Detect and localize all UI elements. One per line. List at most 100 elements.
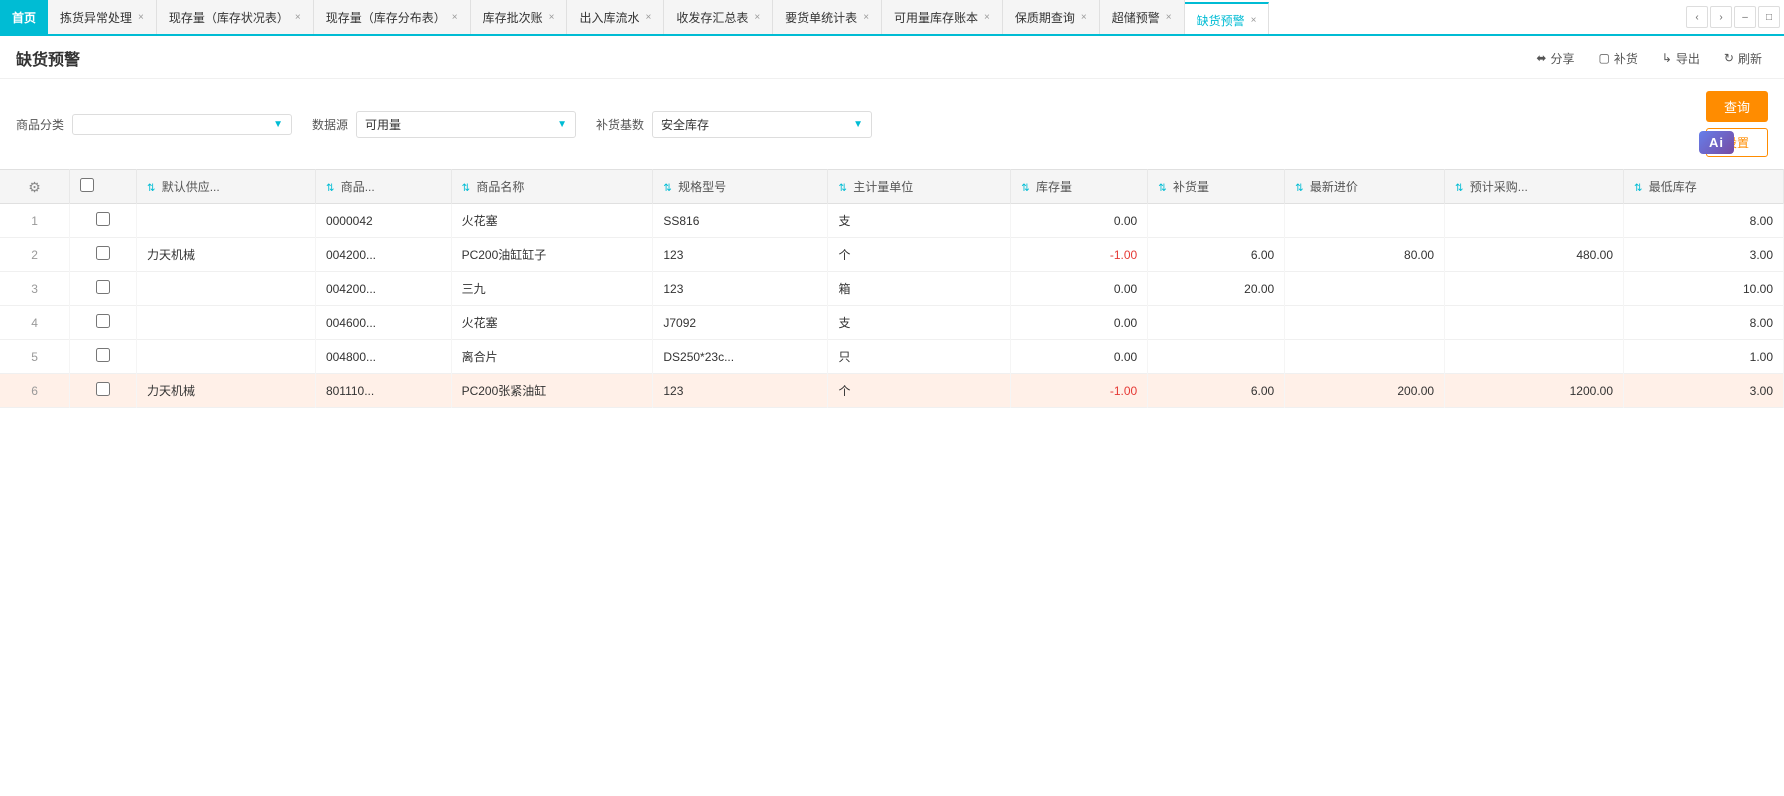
tab-nav-buttons: ‹ › – □ [1686, 6, 1784, 28]
cell-supplier [136, 306, 315, 340]
header-actions: ⬌ 分享 ▢ 补货 ↳ 导出 ↻ 刷新 [1530, 48, 1768, 69]
row-checkbox[interactable] [96, 314, 110, 328]
ai-badge[interactable]: Ai [1699, 131, 1734, 154]
cell-checkbox[interactable] [70, 374, 137, 408]
tab-item-ygjl[interactable]: 要货单统计表× [773, 0, 882, 34]
tab-item-bqqx[interactable]: 保质期查询 × [1003, 0, 1100, 34]
tab-item-shzl[interactable]: 收发存汇总表× [664, 0, 773, 34]
tab-close-icon[interactable]: × [1081, 12, 1087, 23]
filter-bar: 商品分类 ▼ 数据源 可用量 ▼ 补货基数 安全库存 ▼ 查询 设置 [0, 79, 1784, 169]
tab-item-kykc[interactable]: 可用量库存账本× [882, 0, 1003, 34]
tab-close-icon[interactable]: × [549, 12, 555, 23]
replenish-icon: ▢ [1598, 51, 1609, 65]
tab-close-icon[interactable]: × [984, 12, 990, 23]
column-est-purchase[interactable]: ⇅ 预计采购... [1445, 170, 1624, 204]
row-checkbox[interactable] [96, 212, 110, 226]
cell-min-stock: 10.00 [1624, 272, 1784, 306]
tab-next-button[interactable]: › [1710, 6, 1732, 28]
page-container: 缺货预警 ⬌ 分享 ▢ 补货 ↳ 导出 ↻ 刷新 商品分类 [0, 36, 1784, 796]
datasource-filter: 数据源 可用量 ▼ [312, 111, 576, 138]
refresh-icon: ↻ [1724, 51, 1734, 65]
tab-close-icon[interactable]: × [1251, 15, 1257, 26]
cell-stock: -1.00 [1011, 238, 1148, 272]
column-checkbox [70, 170, 137, 204]
gear-icon[interactable]: ⚙ [27, 179, 43, 195]
table-row: 6力天机械801110...PC200张紧油缸123个-1.006.00200.… [0, 374, 1784, 408]
cell-code: 0000042 [315, 204, 451, 238]
replenish-base-label: 补货基数 [596, 116, 644, 133]
cell-min-stock: 3.00 [1624, 374, 1784, 408]
replenish-button[interactable]: ▢ 补货 [1592, 48, 1643, 69]
tab-close-icon[interactable]: × [138, 12, 144, 23]
cell-est-purchase [1445, 340, 1624, 374]
cell-name: PC200油缸缸子 [451, 238, 653, 272]
tab-item-home[interactable]: 首页 [0, 0, 48, 34]
cell-supplier [136, 272, 315, 306]
query-button[interactable]: 查询 [1706, 91, 1768, 122]
datasource-select[interactable]: 可用量 ▼ [356, 111, 576, 138]
row-checkbox[interactable] [96, 280, 110, 294]
tab-item-xzcl2[interactable]: 现存量（库存分布表）× [314, 0, 471, 34]
category-select[interactable]: ▼ [72, 114, 292, 135]
sort-icon: ⇅ [1455, 183, 1463, 194]
tab-label: 保质期查询 [1015, 9, 1075, 26]
row-checkbox[interactable] [96, 382, 110, 396]
cell-est-purchase: 480.00 [1445, 238, 1624, 272]
tab-item-qhyj[interactable]: 缺货预警× [1185, 2, 1270, 34]
cell-supplier: 力天机械 [136, 238, 315, 272]
sort-icon: ⇅ [1634, 183, 1642, 194]
column-stock[interactable]: ⇅ 库存量 [1011, 170, 1148, 204]
column-code[interactable]: ⇅ 商品... [315, 170, 451, 204]
datasource-value: 可用量 [365, 116, 401, 133]
tab-close-icon[interactable]: × [452, 12, 458, 23]
cell-checkbox[interactable] [70, 272, 137, 306]
column-min-stock[interactable]: ⇅ 最低库存 [1624, 170, 1784, 204]
tab-close-icon[interactable]: × [1166, 12, 1172, 23]
sort-icon: ⇅ [838, 183, 846, 194]
row-checkbox[interactable] [96, 348, 110, 362]
tab-item-xzcl[interactable]: 现存量（库存状况表）× [157, 0, 314, 34]
column-spec[interactable]: ⇅ 规格型号 [653, 170, 828, 204]
tab-item-kccz[interactable]: 库存批次账× [471, 0, 568, 34]
column-name[interactable]: ⇅ 商品名称 [451, 170, 653, 204]
cell-latest-price [1285, 204, 1445, 238]
cell-replenish [1148, 340, 1285, 374]
tab-close-icon[interactable]: × [295, 12, 301, 23]
column-replenish[interactable]: ⇅ 补货量 [1148, 170, 1285, 204]
page-title: 缺货预警 [16, 46, 80, 70]
cell-stock: 0.00 [1011, 340, 1148, 374]
table-row: 2力天机械004200...PC200油缸缸子123个-1.006.0080.0… [0, 238, 1784, 272]
cell-name: PC200张紧油缸 [451, 374, 653, 408]
cell-checkbox[interactable] [70, 306, 137, 340]
select-all-checkbox[interactable] [80, 178, 94, 192]
cell-spec: 123 [653, 272, 828, 306]
row-checkbox[interactable] [96, 246, 110, 260]
replenish-base-select[interactable]: 安全库存 ▼ [652, 111, 872, 138]
cell-spec: 123 [653, 374, 828, 408]
tab-maximize-button[interactable]: □ [1758, 6, 1780, 28]
tab-minimize-button[interactable]: – [1734, 6, 1756, 28]
tab-close-icon[interactable]: × [645, 12, 651, 23]
tab-item-ckll[interactable]: 出入库流水× [567, 0, 664, 34]
share-button[interactable]: ⬌ 分享 [1530, 48, 1580, 69]
cell-code: 004800... [315, 340, 451, 374]
tab-item-ccyj[interactable]: 超储预警× [1100, 0, 1185, 34]
cell-stock: 0.00 [1011, 306, 1148, 340]
cell-row-num: 4 [0, 306, 70, 340]
cell-checkbox[interactable] [70, 340, 137, 374]
cell-checkbox[interactable] [70, 238, 137, 272]
refresh-button[interactable]: ↻ 刷新 [1718, 48, 1768, 69]
tab-close-icon[interactable]: × [863, 12, 869, 23]
tab-bar: 首页拣货异常处理×现存量（库存状况表）×现存量（库存分布表）×库存批次账×出入库… [0, 0, 1784, 36]
cell-checkbox[interactable] [70, 204, 137, 238]
column-latest-price[interactable]: ⇅ 最新进价 [1285, 170, 1445, 204]
column-supplier[interactable]: ⇅ 默认供应... [136, 170, 315, 204]
column-gear[interactable]: ⚙ [0, 170, 70, 204]
tab-close-icon[interactable]: × [754, 12, 760, 23]
export-button[interactable]: ↳ 导出 [1656, 48, 1706, 69]
cell-spec: 123 [653, 238, 828, 272]
cell-unit: 个 [828, 238, 1011, 272]
column-unit[interactable]: ⇅ 主计量单位 [828, 170, 1011, 204]
tab-prev-button[interactable]: ‹ [1686, 6, 1708, 28]
tab-item-ycycl[interactable]: 拣货异常处理× [48, 0, 157, 34]
